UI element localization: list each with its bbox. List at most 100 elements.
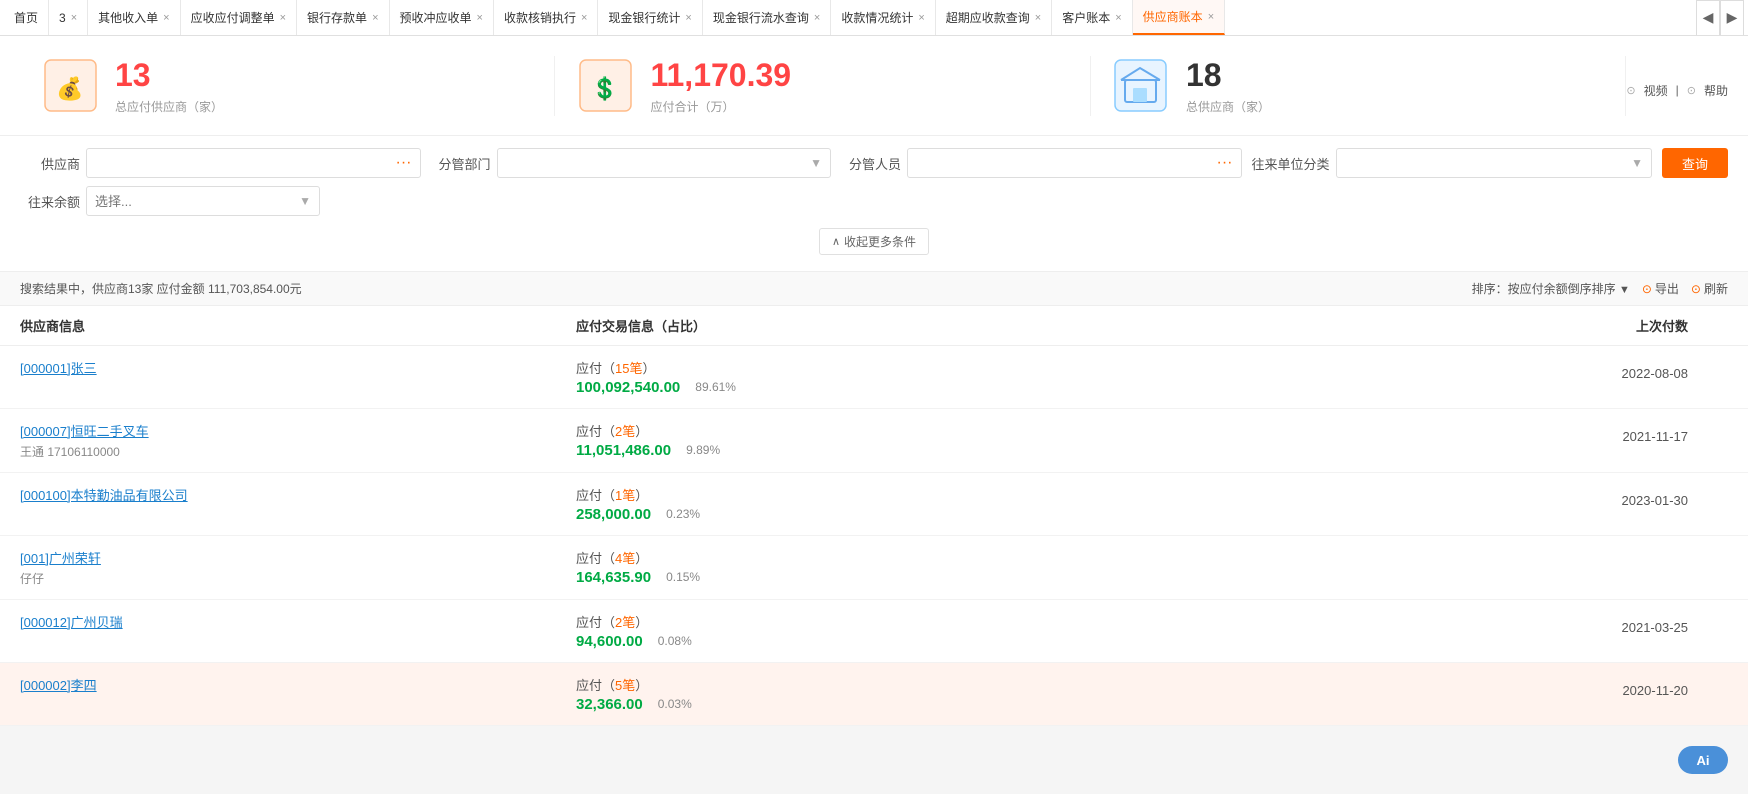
export-button[interactable]: ⊙ 导出	[1642, 280, 1679, 297]
nav-tab-overdue-query-label: 超期应收款查询	[946, 9, 1030, 26]
person-input[interactable]	[916, 156, 1217, 171]
close-icon[interactable]: ×	[685, 12, 691, 24]
result-info-text: 搜索结果中，供应商13家 应付金额 111,703,854.00元	[20, 280, 1472, 297]
divider: |	[1676, 83, 1679, 97]
nav-tab-collection-stats[interactable]: 收款情况统计 ×	[831, 0, 935, 35]
video-link[interactable]: 视频	[1644, 82, 1668, 99]
nav-arrow-left[interactable]: ◀	[1696, 0, 1720, 36]
trans-amount[interactable]: 32,366.00	[576, 696, 643, 713]
stat-content-payable-suppliers: 13 总应付供应商（家）	[115, 56, 534, 115]
search-button[interactable]: 查询	[1662, 148, 1728, 178]
nav-tab-cash-bank-flow[interactable]: 现金银行流水查询 ×	[703, 0, 831, 35]
trans-title: 应付（2笔）	[576, 612, 1243, 631]
trans-row: 32,366.00 0.03%	[576, 694, 1243, 713]
stat-content-payable-total: 11,170.39 应付合计（万）	[650, 56, 1069, 115]
dept-dropdown-icon[interactable]: ▼	[810, 156, 822, 170]
sort-select[interactable]: 排序：按应付余额倒序排序 ▼	[1472, 280, 1630, 297]
balance-input-wrap: ▼	[86, 186, 320, 216]
close-icon[interactable]: ×	[477, 12, 483, 24]
supplier-link[interactable]: [000001]张三	[20, 358, 576, 377]
nav-tab-customer-ledger[interactable]: 客户账本 ×	[1052, 0, 1132, 35]
close-icon[interactable]: ×	[163, 12, 169, 24]
supplier-info: [000012]广州贝瑞	[20, 612, 576, 631]
table-row: [000001]张三 应付（15笔） 100,092,540.00 89.61%…	[0, 346, 1748, 409]
total-supplier-icon	[1111, 56, 1171, 116]
category-label: 往来单位分类	[1252, 154, 1330, 173]
category-input[interactable]	[1345, 156, 1632, 171]
supplier-info: [000002]李四	[20, 675, 576, 694]
category-dropdown-icon[interactable]: ▼	[1631, 156, 1643, 170]
supplier-dots-icon[interactable]: ···	[396, 154, 412, 172]
balance-label: 往来余额	[20, 192, 80, 211]
trans-amount[interactable]: 94,600.00	[576, 633, 643, 650]
nav-tab-supplier-ledger[interactable]: 供应商账本 ×	[1133, 0, 1225, 35]
trans-title: 应付（1笔）	[576, 485, 1243, 504]
ai-badge-label: Ai	[1697, 753, 1710, 768]
nav-tab-home[interactable]: 首页	[4, 0, 49, 35]
close-icon[interactable]: ×	[280, 12, 286, 24]
trans-amount[interactable]: 164,635.90	[576, 569, 651, 586]
refresh-button[interactable]: ⊙ 刷新	[1691, 280, 1728, 297]
trans-amount[interactable]: 100,092,540.00	[576, 379, 680, 396]
stat-number-total-suppliers: 18	[1186, 56, 1605, 94]
nav-tab-other-income[interactable]: 其他收入单 ×	[88, 0, 180, 35]
transaction-info: 应付（4笔） 164,635.90 0.15%	[576, 548, 1243, 586]
close-icon[interactable]: ×	[814, 12, 820, 24]
trans-title: 应付（5笔）	[576, 675, 1243, 694]
nav-tab-bank-deposit[interactable]: 银行存款单 ×	[297, 0, 389, 35]
supplier-link[interactable]: [000012]广州贝瑞	[20, 612, 576, 631]
close-icon[interactable]: ×	[71, 12, 77, 24]
close-icon[interactable]: ×	[581, 12, 587, 24]
col-header-lastpay: 上次付数	[1243, 316, 1728, 335]
nav-tab-adjustment[interactable]: 应收应付调整单 ×	[181, 0, 297, 35]
close-icon[interactable]: ×	[918, 12, 924, 24]
trans-amount[interactable]: 258,000.00	[576, 506, 651, 523]
close-icon[interactable]: ×	[1035, 12, 1041, 24]
nav-tab-overdue-query[interactable]: 超期应收款查询 ×	[936, 0, 1052, 35]
supplier-link[interactable]: [001]广州荣轩	[20, 548, 576, 567]
nav-tab-cash-bank-stats[interactable]: 现金银行统计 ×	[598, 0, 702, 35]
nav-tab-3[interactable]: 3 ×	[49, 0, 88, 35]
dept-input[interactable]	[506, 156, 811, 171]
supplier-info: [000100]本特勤油品有限公司	[20, 485, 576, 504]
nav-tab-customer-ledger-label: 客户账本	[1062, 9, 1110, 26]
help-link[interactable]: 帮助	[1704, 82, 1728, 99]
sort-label: 排序：按应付余额倒序排序	[1472, 282, 1616, 296]
stat-item-payable-suppliers: 💰 13 总应付供应商（家）	[20, 56, 555, 116]
balance-dropdown-icon[interactable]: ▼	[299, 194, 311, 208]
close-icon[interactable]: ×	[372, 12, 378, 24]
stat-label-payable-suppliers: 总应付供应商（家）	[115, 98, 534, 115]
supplier-link[interactable]: [000007]恒旺二手叉车	[20, 421, 576, 440]
nav-tab-collection[interactable]: 收款核销执行 ×	[494, 0, 598, 35]
person-dots-icon[interactable]: ···	[1217, 154, 1233, 172]
nav-tab-supplier-ledger-label: 供应商账本	[1143, 8, 1203, 25]
collapse-button[interactable]: ∧ 收起更多条件	[819, 228, 929, 255]
nav-tab-collection-label: 收款核销执行	[504, 9, 576, 26]
nav-tab-collection-stats-label: 收款情况统计	[841, 9, 913, 26]
balance-input[interactable]	[95, 194, 299, 209]
transaction-info: 应付（15笔） 100,092,540.00 89.61%	[576, 358, 1243, 396]
col-header-transaction: 应付交易信息（占比）	[576, 316, 1243, 335]
trans-count: 2笔	[615, 424, 635, 439]
close-icon[interactable]: ×	[1115, 12, 1121, 24]
trans-percent: 9.89%	[686, 443, 720, 457]
trans-row: 11,051,486.00 9.89%	[576, 440, 1243, 459]
filter-item-dept: 分管部门 ▼	[431, 148, 832, 178]
ai-badge[interactable]: Ai	[1678, 746, 1728, 774]
data-table: 供应商信息 应付交易信息（占比） 上次付数 [000001]张三 应付（15笔）…	[0, 306, 1748, 726]
collapse-up-icon: ∧	[832, 235, 840, 248]
nav-tab-prepay[interactable]: 预收冲应收单 ×	[390, 0, 494, 35]
close-icon[interactable]: ×	[1208, 11, 1214, 23]
supplier-info: [000007]恒旺二手叉车 王通 17106110000	[20, 421, 576, 460]
supplier-link[interactable]: [000100]本特勤油品有限公司	[20, 485, 576, 504]
supplier-input[interactable]	[95, 156, 396, 171]
person-input-wrap: ···	[907, 148, 1242, 178]
stat-label-total-suppliers: 总供应商（家）	[1186, 98, 1605, 115]
trans-percent: 0.03%	[658, 697, 692, 711]
nav-arrow-right[interactable]: ▶	[1720, 0, 1744, 36]
trans-row: 258,000.00 0.23%	[576, 504, 1243, 523]
supplier-link[interactable]: [000002]李四	[20, 675, 576, 694]
trans-amount[interactable]: 11,051,486.00	[576, 442, 671, 459]
nav-tab-cash-bank-flow-label: 现金银行流水查询	[713, 9, 809, 26]
payable-supplier-icon: 💰	[40, 56, 100, 116]
